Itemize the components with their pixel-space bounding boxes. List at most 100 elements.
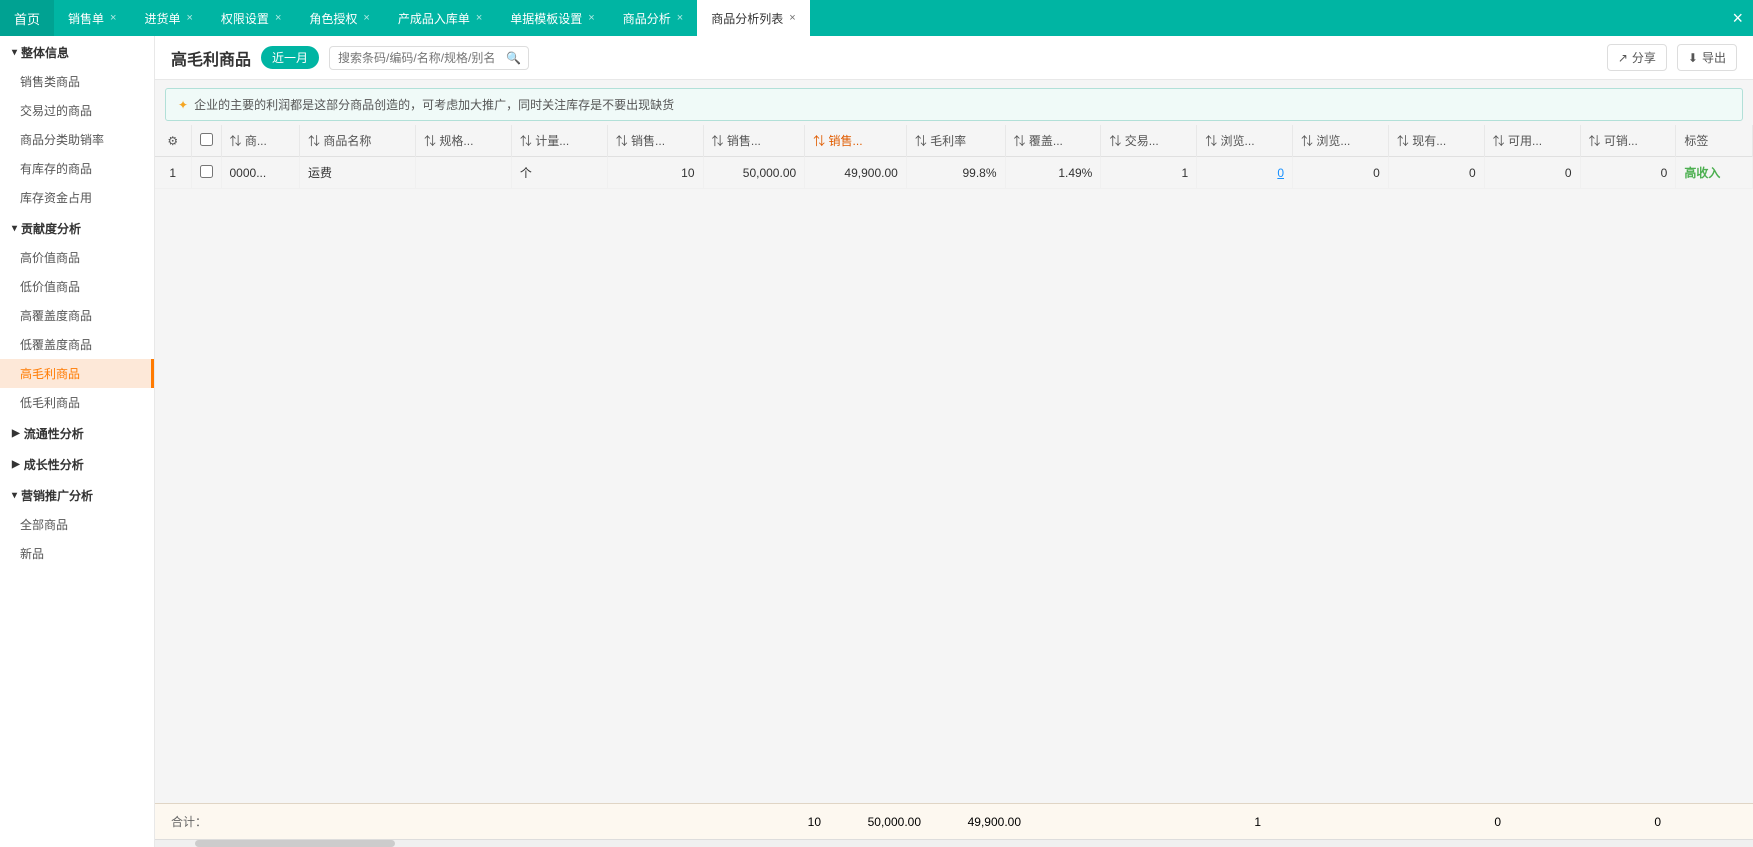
sidebar-item-low-value[interactable]: 低价值商品 bbox=[0, 272, 154, 301]
export-button[interactable]: ⬇ 导出 bbox=[1677, 44, 1737, 71]
row-stock-current: 0 bbox=[1388, 157, 1484, 189]
share-icon: ↗ bbox=[1618, 51, 1628, 65]
col-gross-margin[interactable]: ⇅ 毛利率 bbox=[906, 125, 1005, 157]
row-sales-amount: 50,000.00 bbox=[703, 157, 805, 189]
search-icon[interactable]: 🔍 bbox=[506, 51, 521, 65]
col-sales-cost[interactable]: ⇅ 销售... bbox=[805, 125, 907, 157]
sort-icon: ⇅ bbox=[1301, 134, 1313, 148]
table-body: 1 0000... 运费 个 10 50,000.00 49,900.00 99… bbox=[155, 157, 1753, 189]
row-checkbox[interactable] bbox=[191, 157, 221, 189]
sort-icon: ⇅ bbox=[1205, 134, 1217, 148]
sidebar: 《 ▾ 整体信息 销售类商品 交易过的商品 商品分类助销率 有库存的商品 库存资… bbox=[0, 36, 155, 847]
arrow-growth: ▶ bbox=[12, 459, 20, 470]
sort-icon: ⇅ bbox=[1014, 134, 1026, 148]
col-sales-qty[interactable]: ⇅ 销售... bbox=[607, 125, 703, 157]
col-stock-available[interactable]: ⇅ 可用... bbox=[1484, 125, 1580, 157]
col-code[interactable]: ⇅ 商... bbox=[221, 125, 300, 157]
sidebar-item-high-value[interactable]: 高价值商品 bbox=[0, 243, 154, 272]
sidebar-item-stock-capital[interactable]: 库存资金占用 bbox=[0, 183, 154, 212]
sidebar-group-marketing[interactable]: ▾ 营销推广分析 bbox=[0, 479, 154, 510]
nav-product-analysis-list[interactable]: 商品分析列表 × bbox=[697, 0, 809, 36]
nav-permission-settings[interactable]: 权限设置 × bbox=[207, 0, 295, 36]
nav-purchase-order[interactable]: 进货单 × bbox=[130, 0, 206, 36]
table-header-row: ⚙ ⇅ 商... ⇅ 商品名称 ⇅ 规格... ⇅ 计量... ⇅ 销售... … bbox=[155, 125, 1753, 157]
info-bar: ✦ 企业的主要的利润都是这部分商品创造的，可考虑加大推广，同时关注库存是不要出现… bbox=[165, 88, 1743, 121]
col-stock-current[interactable]: ⇅ 现有... bbox=[1388, 125, 1484, 157]
sort-icon: ⇅ bbox=[1589, 134, 1601, 148]
nav-home[interactable]: 首页 bbox=[0, 0, 54, 36]
sidebar-item-low-margin[interactable]: 低毛利商品 bbox=[0, 388, 154, 417]
col-name[interactable]: ⇅ 商品名称 bbox=[300, 125, 416, 157]
share-button[interactable]: ↗ 分享 bbox=[1607, 44, 1667, 71]
row-name: 运费 bbox=[300, 157, 416, 189]
content-area: 高毛利商品 近一月 🔍 ↗ 分享 ⬇ 导出 ✦ 企业的主要的利润都是这部分商品创… bbox=[155, 36, 1753, 847]
sidebar-item-high-margin[interactable]: 高毛利商品 bbox=[0, 359, 154, 388]
close-purchase-order[interactable]: × bbox=[186, 12, 192, 24]
col-settings[interactable]: ⚙ bbox=[155, 125, 191, 157]
col-stock-saleable[interactable]: ⇅ 可销... bbox=[1580, 125, 1676, 157]
sidebar-group-liquidity[interactable]: ▶ 流通性分析 bbox=[0, 417, 154, 448]
sidebar-item-stocked-goods[interactable]: 有库存的商品 bbox=[0, 154, 154, 183]
close-template-settings[interactable]: × bbox=[588, 12, 594, 24]
col-tag: 标签 bbox=[1676, 125, 1753, 157]
row-stock-saleable: 0 bbox=[1580, 157, 1676, 189]
footer-sales-qty: 10 bbox=[751, 815, 831, 829]
col-checkbox bbox=[191, 125, 221, 157]
close-role-auth[interactable]: × bbox=[363, 12, 369, 24]
sidebar-item-all-goods[interactable]: 全部商品 bbox=[0, 510, 154, 539]
nav-template-settings[interactable]: 单据模板设置 × bbox=[496, 0, 608, 36]
nav-product-analysis[interactable]: 商品分析 × bbox=[609, 0, 697, 36]
sort-icon: ⇅ bbox=[1493, 134, 1505, 148]
sidebar-item-traded-goods[interactable]: 交易过的商品 bbox=[0, 96, 154, 125]
col-unit[interactable]: ⇅ 计量... bbox=[511, 125, 607, 157]
content-header: 高毛利商品 近一月 🔍 ↗ 分享 ⬇ 导出 bbox=[155, 36, 1753, 80]
close-product-analysis-list[interactable]: × bbox=[789, 12, 795, 24]
col-transactions[interactable]: ⇅ 交易... bbox=[1101, 125, 1197, 157]
bulb-icon: ✦ bbox=[178, 98, 188, 112]
filter-recent-month-button[interactable]: 近一月 bbox=[261, 46, 319, 69]
close-permission-settings[interactable]: × bbox=[275, 12, 281, 24]
page-title: 高毛利商品 bbox=[171, 46, 251, 70]
table-row: 1 0000... 运费 个 10 50,000.00 49,900.00 99… bbox=[155, 157, 1753, 189]
sidebar-item-category-assist[interactable]: 商品分类助销率 bbox=[0, 125, 154, 154]
close-sales-order[interactable]: × bbox=[110, 12, 116, 24]
sort-icon: ⇅ bbox=[616, 134, 628, 148]
select-all-checkbox[interactable] bbox=[200, 133, 213, 146]
close-product-inbound[interactable]: × bbox=[476, 12, 482, 24]
sidebar-group-growth[interactable]: ▶ 成长性分析 bbox=[0, 448, 154, 479]
col-views1[interactable]: ⇅ 浏览... bbox=[1197, 125, 1293, 157]
sidebar-group-overall[interactable]: ▾ 整体信息 bbox=[0, 36, 154, 67]
row-sales-qty: 10 bbox=[607, 157, 703, 189]
horizontal-scrollbar[interactable] bbox=[155, 839, 1753, 847]
sort-icon: ⇅ bbox=[712, 134, 724, 148]
row-select-checkbox[interactable] bbox=[200, 165, 213, 178]
close-all-tabs[interactable]: × bbox=[1732, 8, 1743, 29]
col-spec[interactable]: ⇅ 规格... bbox=[416, 125, 512, 157]
sidebar-item-sales-goods[interactable]: 销售类商品 bbox=[0, 67, 154, 96]
col-coverage[interactable]: ⇅ 覆盖... bbox=[1005, 125, 1101, 157]
nav-role-auth[interactable]: 角色授权 × bbox=[295, 0, 383, 36]
row-coverage: 1.49% bbox=[1005, 157, 1101, 189]
sort-icon: ⇅ bbox=[520, 134, 532, 148]
close-product-analysis[interactable]: × bbox=[677, 12, 683, 24]
search-input[interactable] bbox=[329, 46, 529, 70]
row-views1[interactable]: 0 bbox=[1197, 157, 1293, 189]
col-views2[interactable]: ⇅ 浏览... bbox=[1293, 125, 1389, 157]
col-sales-amount[interactable]: ⇅ 销售... bbox=[703, 125, 805, 157]
sidebar-item-new-goods[interactable]: 新品 bbox=[0, 539, 154, 568]
sidebar-collapse-button[interactable]: 《 bbox=[154, 442, 155, 482]
nav-product-inbound[interactable]: 产成品入库单 × bbox=[384, 0, 496, 36]
nav-sales-order[interactable]: 销售单 × bbox=[54, 0, 130, 36]
sidebar-item-high-coverage[interactable]: 高覆盖度商品 bbox=[0, 301, 154, 330]
arrow-contribution: ▾ bbox=[12, 223, 17, 234]
footer-sales-amount: 50,000.00 bbox=[831, 815, 931, 829]
table-container: ⚙ ⇅ 商... ⇅ 商品名称 ⇅ 规格... ⇅ 计量... ⇅ 销售... … bbox=[155, 125, 1753, 803]
sidebar-group-contribution[interactable]: ▾ 贡献度分析 bbox=[0, 212, 154, 243]
row-spec bbox=[416, 157, 512, 189]
footer-total: 合计： 10 50,000.00 49,900.00 1 0 0 bbox=[155, 803, 1753, 839]
sort-icon: ⇅ bbox=[1397, 134, 1409, 148]
footer-transactions: 1 bbox=[1191, 815, 1271, 829]
sidebar-item-low-coverage[interactable]: 低覆盖度商品 bbox=[0, 330, 154, 359]
sort-icon: ⇅ bbox=[424, 134, 436, 148]
sort-icon: ⇅ bbox=[1109, 134, 1121, 148]
